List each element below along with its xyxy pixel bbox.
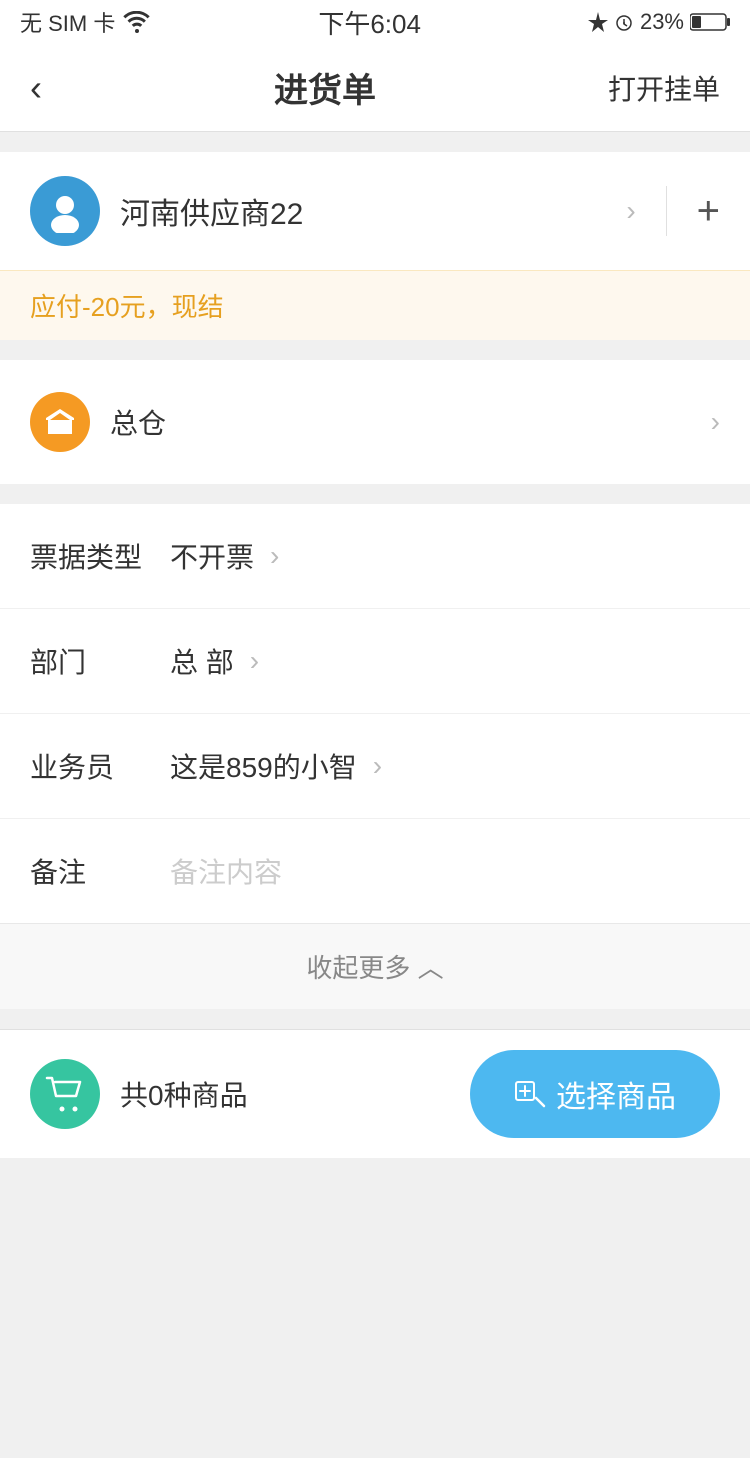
collapse-label: 收起更多 ︿ bbox=[306, 953, 443, 983]
product-count-label: 共0种商品 bbox=[120, 1074, 470, 1114]
form-section: 票据类型 不开票 › 部门 总 部 › 业务员 这是859的小智 › 备注 备注… bbox=[0, 504, 750, 923]
nav-bar: ‹ 进货单 打开挂单 bbox=[0, 44, 750, 132]
page-background bbox=[0, 1158, 750, 1458]
notice-bar: 应付-20元，现结 bbox=[0, 270, 750, 340]
status-time: 下午6:04 bbox=[318, 4, 421, 41]
warehouse-chevron-icon: › bbox=[711, 406, 720, 438]
signal-text: 无 SIM 卡 bbox=[20, 6, 115, 38]
open-pending-button[interactable]: 打开挂单 bbox=[608, 68, 720, 108]
notice-text: 应付-20元，现结 bbox=[30, 292, 224, 322]
select-product-button[interactable]: 选择商品 bbox=[470, 1050, 720, 1138]
supplier-section: 河南供应商22 › + 应付-20元，现结 bbox=[0, 152, 750, 340]
status-right: 23% bbox=[588, 9, 730, 35]
remarks-label: 备注 bbox=[30, 851, 170, 891]
remarks-input[interactable]: 备注内容 bbox=[170, 851, 720, 891]
add-supplier-button[interactable]: + bbox=[697, 189, 720, 234]
salesman-label: 业务员 bbox=[30, 746, 170, 786]
remarks-row[interactable]: 备注 备注内容 bbox=[0, 819, 750, 923]
collapse-button[interactable]: 收起更多 ︿ bbox=[0, 923, 750, 1009]
invoice-value: 不开票 bbox=[170, 536, 254, 576]
invoice-row[interactable]: 票据类型 不开票 › bbox=[0, 504, 750, 609]
back-button[interactable]: ‹ bbox=[30, 67, 42, 109]
supplier-name: 河南供应商22 bbox=[120, 189, 626, 233]
separator-4 bbox=[0, 1009, 750, 1029]
battery-icon bbox=[690, 12, 730, 32]
warehouse-icon bbox=[43, 405, 77, 439]
salesman-value: 这是859的小智 bbox=[170, 746, 357, 786]
status-bar: 无 SIM 卡 下午6:04 23% bbox=[0, 0, 750, 44]
supplier-chevron-icon: › bbox=[626, 195, 635, 227]
supplier-row[interactable]: 河南供应商22 › + bbox=[0, 152, 750, 270]
invoice-chevron-icon: › bbox=[270, 540, 279, 572]
separator-2 bbox=[0, 340, 750, 360]
alarm-icon bbox=[614, 12, 634, 32]
department-value: 总 部 bbox=[170, 641, 234, 681]
cart-icon bbox=[45, 1076, 85, 1112]
warehouse-row[interactable]: 总仓 › bbox=[0, 360, 750, 484]
location-icon bbox=[588, 12, 608, 32]
warehouse-name: 总仓 bbox=[110, 402, 711, 442]
page-title: 进货单 bbox=[274, 63, 376, 112]
warehouse-icon-wrap bbox=[30, 392, 90, 452]
department-row[interactable]: 部门 总 部 › bbox=[0, 609, 750, 714]
salesman-row[interactable]: 业务员 这是859的小智 › bbox=[0, 714, 750, 819]
department-chevron-icon: › bbox=[250, 645, 259, 677]
divider bbox=[666, 186, 667, 236]
select-product-icon bbox=[514, 1080, 546, 1108]
bottom-bar: 共0种商品 选择商品 bbox=[0, 1029, 750, 1158]
supplier-avatar bbox=[30, 176, 100, 246]
separator-3 bbox=[0, 484, 750, 504]
salesman-chevron-icon: › bbox=[373, 750, 382, 782]
select-product-label: 选择商品 bbox=[556, 1072, 676, 1116]
warehouse-section: 总仓 › bbox=[0, 360, 750, 484]
wifi-icon bbox=[123, 11, 151, 33]
top-separator bbox=[0, 132, 750, 152]
department-label: 部门 bbox=[30, 641, 170, 681]
status-left: 无 SIM 卡 bbox=[20, 6, 151, 38]
battery-text: 23% bbox=[640, 9, 684, 35]
invoice-label: 票据类型 bbox=[30, 536, 170, 576]
cart-icon-wrap bbox=[30, 1059, 100, 1129]
avatar-svg bbox=[43, 189, 87, 233]
